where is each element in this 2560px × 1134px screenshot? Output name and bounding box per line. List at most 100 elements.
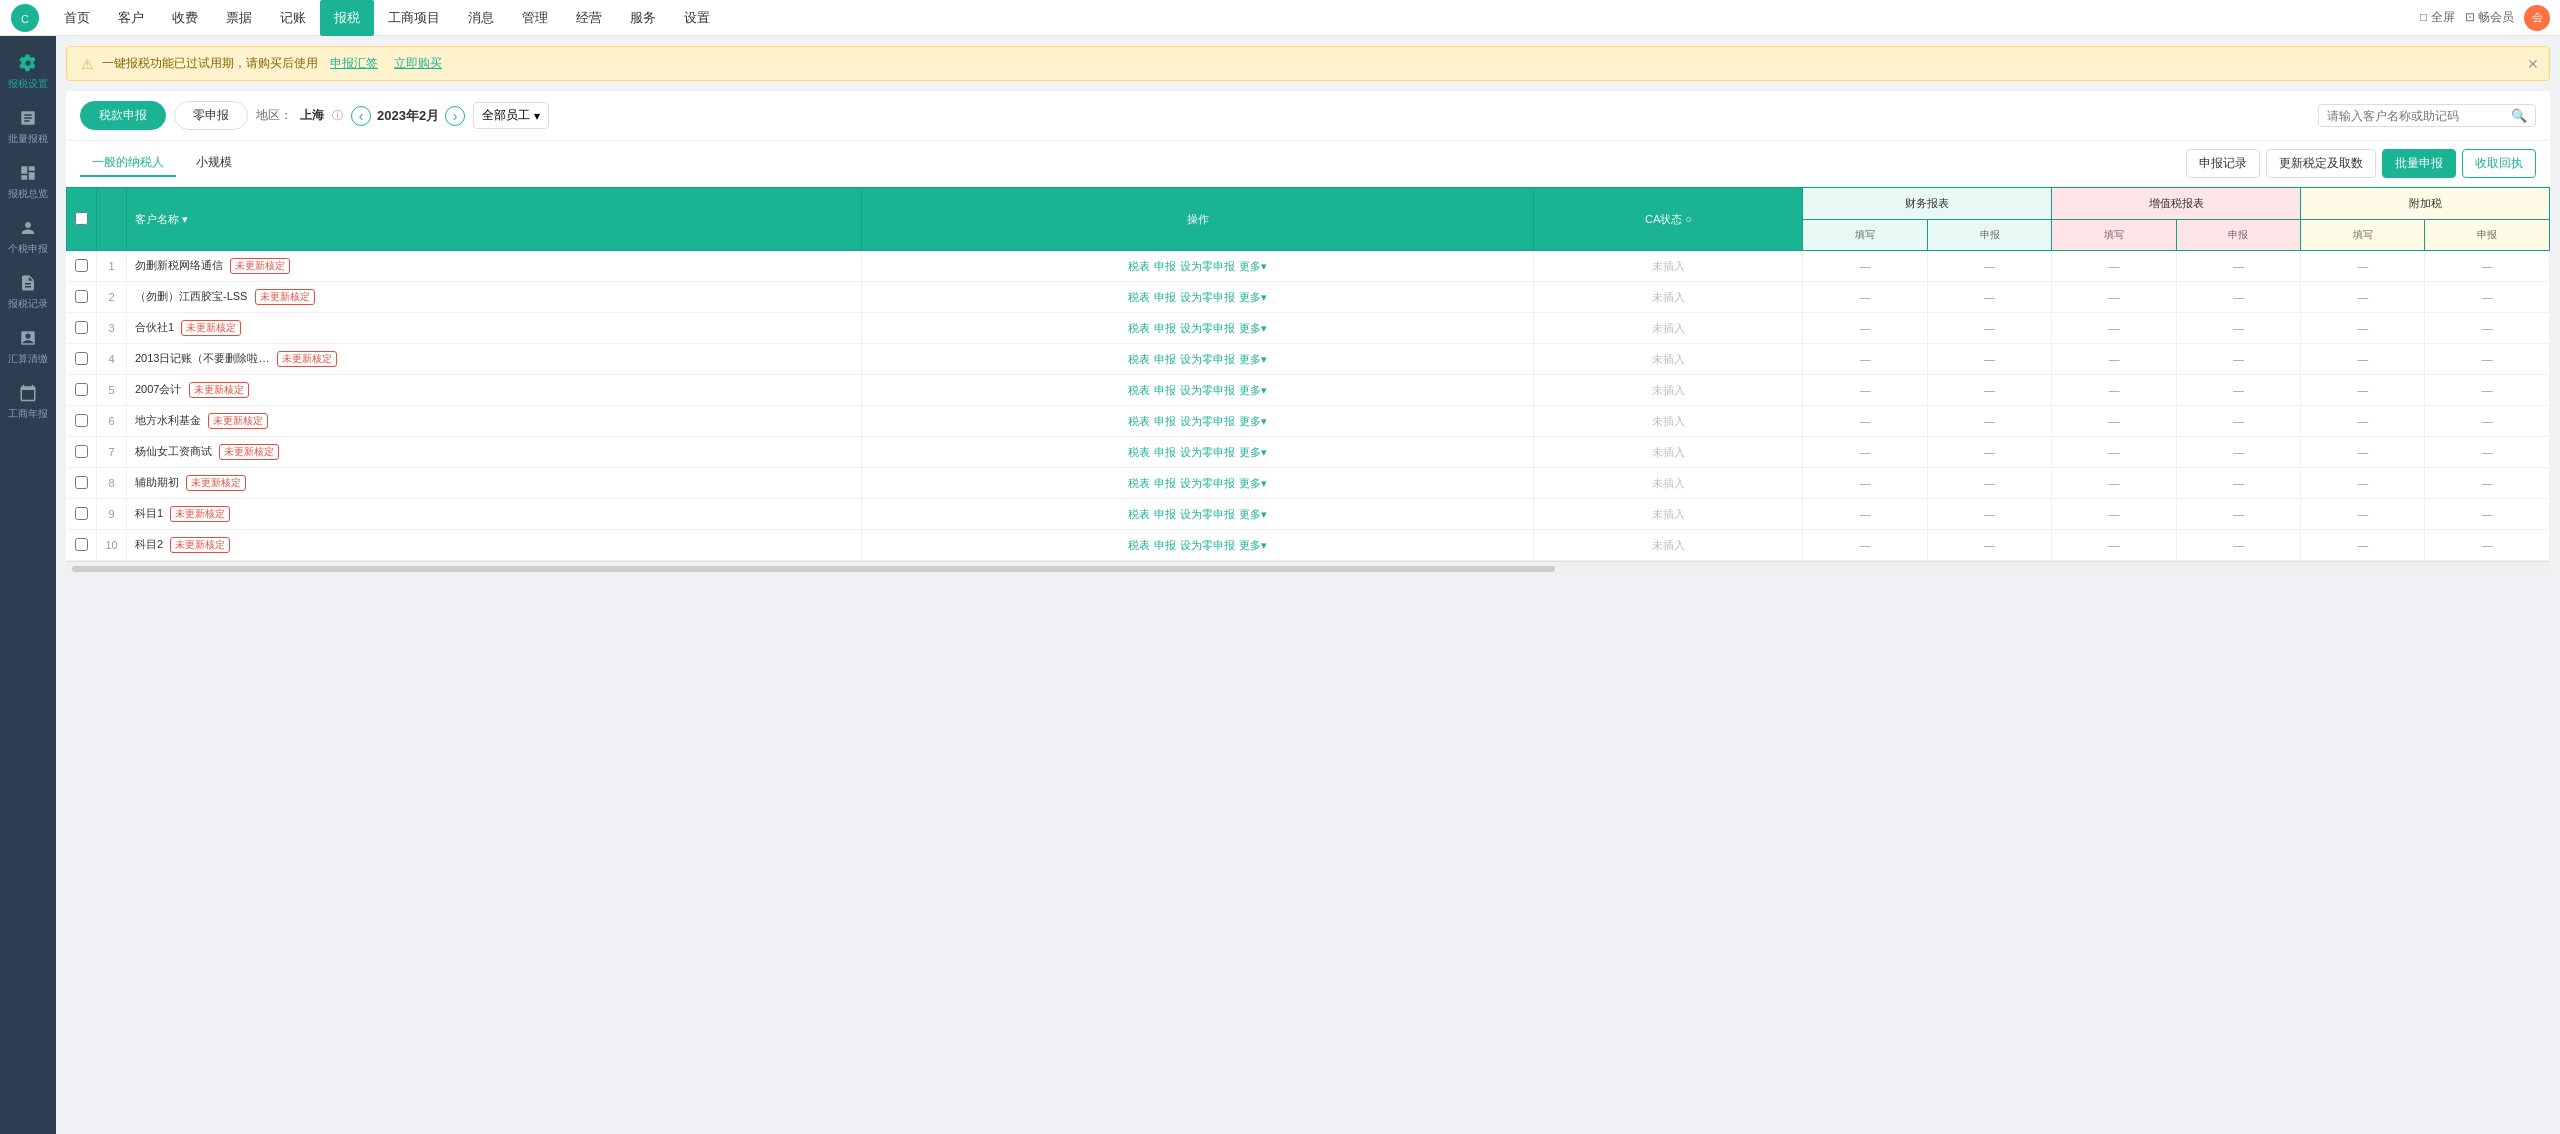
row-checkbox[interactable] [67,468,97,499]
action-btn-1[interactable]: 申报 [1154,415,1176,427]
tab-zero-declare[interactable]: 零申报 [174,101,248,130]
sidebar-item-batch-tax[interactable]: 批量报税 [0,99,56,154]
nav-accounting[interactable]: 记账 [266,0,320,36]
more-btn[interactable]: 更多▾ [1239,415,1267,427]
row-checkbox[interactable] [67,344,97,375]
row-select-checkbox[interactable] [75,383,88,396]
prev-month-btn[interactable]: ‹ [351,106,371,126]
row-checkbox[interactable] [67,406,97,437]
action-btn-0[interactable]: 税表 [1128,384,1150,396]
nav-manage[interactable]: 管理 [508,0,562,36]
action-btn-1[interactable]: 申报 [1154,384,1176,396]
row-checkbox[interactable] [67,530,97,561]
row-select-checkbox[interactable] [75,507,88,520]
banner-link1[interactable]: 申报汇签 [330,55,378,72]
more-btn[interactable]: 更多▾ [1239,384,1267,396]
action-btn-0[interactable]: 税表 [1128,477,1150,489]
tab-small-scale[interactable]: 小规模 [184,150,244,177]
nav-operation[interactable]: 经营 [562,0,616,36]
action-btn-1[interactable]: 申报 [1154,477,1176,489]
search-icon[interactable]: 🔍 [2511,108,2527,123]
action-btn-2[interactable]: 设为零申报 [1180,415,1235,427]
action-btn-0[interactable]: 税表 [1128,291,1150,303]
more-btn[interactable]: 更多▾ [1239,508,1267,520]
sidebar-item-summary[interactable]: 汇算清缴 [0,319,56,374]
search-input[interactable] [2327,109,2507,123]
row-select-checkbox[interactable] [75,414,88,427]
nav-business[interactable]: 工商项目 [374,0,454,36]
staff-select[interactable]: 全部员工 ▾ [473,102,549,129]
nav-invoice[interactable]: 票据 [212,0,266,36]
action-btn-1[interactable]: 申报 [1154,291,1176,303]
sidebar-item-annual[interactable]: 工商年报 [0,374,56,429]
action-btn-2[interactable]: 设为零申报 [1180,384,1235,396]
more-btn[interactable]: 更多▾ [1239,260,1267,272]
row-select-checkbox[interactable] [75,290,88,303]
tab-general-taxpayer[interactable]: 一般的纳税人 [80,150,176,177]
row-select-checkbox[interactable] [75,445,88,458]
nav-fee[interactable]: 收费 [158,0,212,36]
scroll-thumb[interactable] [72,566,1555,572]
next-month-btn[interactable]: › [445,106,465,126]
update-data-btn[interactable]: 更新税定及取数 [2266,149,2376,178]
action-btn-1[interactable]: 申报 [1154,446,1176,458]
sidebar-item-records[interactable]: 报税记录 [0,264,56,319]
action-btn-0[interactable]: 税表 [1128,260,1150,272]
more-btn[interactable]: 更多▾ [1239,446,1267,458]
sidebar-item-personal[interactable]: 个税申报 [0,209,56,264]
action-btn-0[interactable]: 税表 [1128,539,1150,551]
scroll-bar-area[interactable] [66,561,2550,575]
sidebar-item-overview[interactable]: 报税总览 [0,154,56,209]
nav-service[interactable]: 服务 [616,0,670,36]
action-btn-2[interactable]: 设为零申报 [1180,477,1235,489]
nav-message[interactable]: 消息 [454,0,508,36]
action-btn-0[interactable]: 税表 [1128,508,1150,520]
nav-tax[interactable]: 报税 [320,0,374,36]
action-btn-2[interactable]: 设为零申报 [1180,446,1235,458]
declare-records-btn[interactable]: 申报记录 [2186,149,2260,178]
banner-close-btn[interactable]: ✕ [2527,56,2539,72]
action-btn-2[interactable]: 设为零申报 [1180,508,1235,520]
row-select-checkbox[interactable] [75,352,88,365]
action-btn-0[interactable]: 税表 [1128,446,1150,458]
row-checkbox[interactable] [67,375,97,406]
nav-home[interactable]: 首页 [50,0,104,36]
row-checkbox[interactable] [67,251,97,282]
action-btn-1[interactable]: 申报 [1154,353,1176,365]
action-btn-0[interactable]: 税表 [1128,415,1150,427]
row-select-checkbox[interactable] [75,321,88,334]
action-btn-2[interactable]: 设为零申报 [1180,539,1235,551]
collect-receipt-btn[interactable]: 收取回执 [2462,149,2536,178]
row-select-checkbox[interactable] [75,538,88,551]
more-btn[interactable]: 更多▾ [1239,322,1267,334]
action-btn-2[interactable]: 设为零申报 [1180,322,1235,334]
action-btn-1[interactable]: 申报 [1154,322,1176,334]
action-btn-2[interactable]: 设为零申报 [1180,353,1235,365]
row-select-checkbox[interactable] [75,476,88,489]
sidebar-item-tax-settings[interactable]: 报税设置 [0,44,56,99]
nav-settings[interactable]: 设置 [670,0,724,36]
select-all-checkbox[interactable] [75,212,88,225]
more-btn[interactable]: 更多▾ [1239,291,1267,303]
banner-link2[interactable]: 立即购买 [394,55,442,72]
action-btn-0[interactable]: 税表 [1128,322,1150,334]
action-btn-1[interactable]: 申报 [1154,539,1176,551]
tab-tax-declare[interactable]: 税款申报 [80,101,166,130]
row-checkbox[interactable] [67,313,97,344]
more-btn[interactable]: 更多▾ [1239,539,1267,551]
action-btn-1[interactable]: 申报 [1154,260,1176,272]
row-select-checkbox[interactable] [75,259,88,272]
action-btn-1[interactable]: 申报 [1154,508,1176,520]
action-btn-2[interactable]: 设为零申报 [1180,260,1235,272]
more-btn[interactable]: 更多▾ [1239,353,1267,365]
fullscreen-btn[interactable]: □ 全屏 [2420,9,2455,26]
avatar[interactable]: 会 [2524,5,2550,31]
action-btn-2[interactable]: 设为零申报 [1180,291,1235,303]
more-btn[interactable]: 更多▾ [1239,477,1267,489]
member-btn[interactable]: ⊡ 畅会员 [2465,9,2514,26]
nav-client[interactable]: 客户 [104,0,158,36]
batch-declare-btn[interactable]: 批量申报 [2382,149,2456,178]
row-checkbox[interactable] [67,437,97,468]
row-checkbox[interactable] [67,499,97,530]
row-checkbox[interactable] [67,282,97,313]
